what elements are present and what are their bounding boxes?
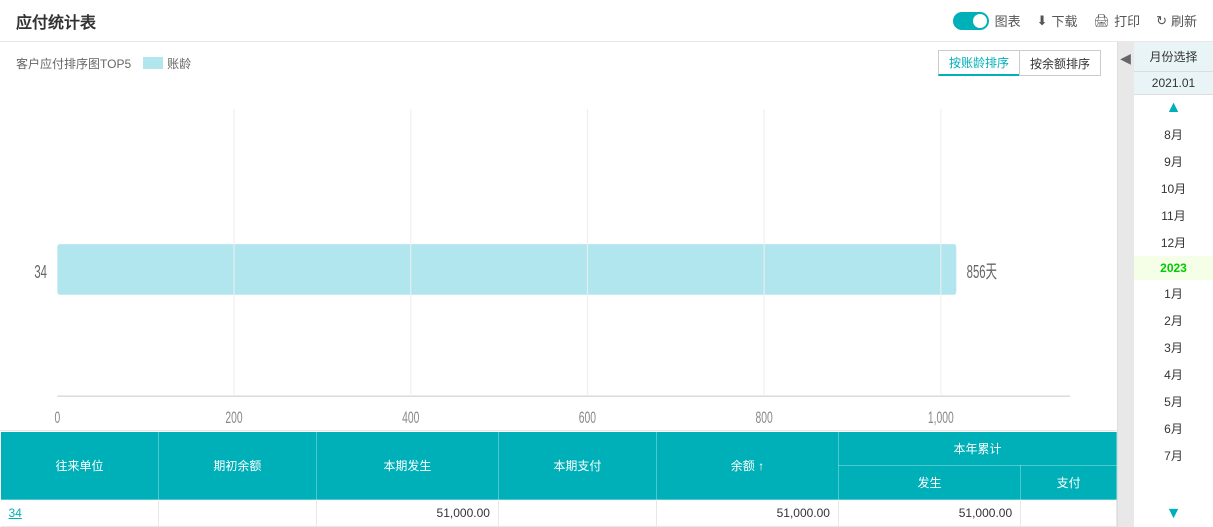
year-label-2023: 2023	[1134, 256, 1213, 280]
svg-text:600: 600	[579, 408, 596, 427]
month-item-jun[interactable]: 6月	[1134, 415, 1213, 442]
cell-balance: 51,000.00	[656, 500, 838, 527]
sidebar-current-date: 2021.01	[1134, 72, 1213, 95]
svg-text:1,000: 1,000	[928, 408, 954, 427]
month-item-aug[interactable]: 8月	[1134, 121, 1213, 148]
chart-legend: 客户应付排序图TOP5 账龄	[16, 55, 191, 72]
data-table: 往来单位 期初余额 本期发生 本期支付 余额 ↑ 本年累计	[0, 431, 1117, 527]
svg-text:200: 200	[225, 408, 242, 427]
print-button[interactable]: 🖨 打印	[1094, 11, 1141, 30]
header-actions: 图表 ⬇ 下载 🖨 打印 ↻ 刷新	[953, 11, 1197, 30]
sort-by-age-button[interactable]: 按账龄排序	[938, 50, 1019, 76]
refresh-button[interactable]: ↻ 刷新	[1156, 11, 1197, 30]
month-sidebar: 月份选择 2021.01 ▲ 8月 9月 10月 11月 12月 2023 1月…	[1133, 42, 1213, 527]
legend-color-box	[143, 57, 163, 69]
legend-label-top5: 客户应付排序图TOP5	[16, 55, 131, 72]
chart-header: 客户应付排序图TOP5 账龄 按账龄排序 按余额排序	[0, 42, 1117, 84]
cell-current-pay	[498, 500, 656, 527]
table-row: 34 51,000.00 51,000.00 51,000.00	[1, 500, 1117, 527]
print-icon: 🖨	[1094, 13, 1111, 29]
main-content: 客户应付排序图TOP5 账龄 按账龄排序 按余额排序 34	[0, 42, 1213, 527]
toggle-track[interactable]	[953, 12, 989, 30]
cell-opening	[158, 500, 316, 527]
svg-text:0: 0	[54, 408, 60, 427]
chart-toggle[interactable]: 图表	[953, 11, 1021, 30]
col-header-yearly-occur: 发生	[838, 466, 1020, 500]
legend-label-account: 账龄	[167, 55, 191, 72]
month-item-jan[interactable]: 1月	[1134, 280, 1213, 307]
chart-svg: 34 856天 0 200 400 600 800 1,000	[16, 92, 1101, 430]
bar-end-label: 856天	[967, 262, 997, 283]
sidebar-months-list: 8月 9月 10月 11月 12月 2023 1月 2月 3月 4月 5月 6月…	[1134, 121, 1213, 501]
month-item-mar[interactable]: 3月	[1134, 334, 1213, 361]
chart-sort-buttons: 按账龄排序 按余额排序	[938, 50, 1101, 76]
chart-container: 34 856天 0 200 400 600 800 1,000	[0, 84, 1117, 430]
cell-yearly-pay	[1021, 500, 1117, 527]
month-item-feb[interactable]: 2月	[1134, 307, 1213, 334]
month-item-dec[interactable]: 12月	[1134, 229, 1213, 256]
svg-text:400: 400	[402, 408, 419, 427]
cell-unit[interactable]: 34	[1, 500, 159, 527]
refresh-icon: ↻	[1156, 13, 1167, 29]
col-header-unit: 往来单位	[1, 432, 159, 500]
balance-sort-icon: ↑	[758, 459, 764, 473]
refresh-label: 刷新	[1171, 11, 1197, 30]
download-label: 下载	[1052, 11, 1078, 30]
table-wrapper: 往来单位 期初余额 本期发生 本期支付 余额 ↑ 本年累计	[0, 431, 1117, 527]
month-item-sep[interactable]: 9月	[1134, 148, 1213, 175]
sidebar-header-label: 月份选择	[1134, 42, 1213, 72]
page: 应付统计表 图表 ⬇ 下载 🖨 打印 ↻ 刷新	[0, 0, 1213, 527]
col-header-current-occur: 本期发生	[316, 432, 498, 500]
chart-area: 客户应付排序图TOP5 账龄 按账龄排序 按余额排序 34	[0, 42, 1117, 527]
table-area: 往来单位 期初余额 本期发生 本期支付 余额 ↑ 本年累计	[0, 430, 1117, 527]
legend-item-account: 账龄	[143, 55, 191, 72]
cell-yearly-occur: 51,000.00	[838, 500, 1020, 527]
sidebar-up-button[interactable]: ▲	[1134, 95, 1213, 121]
chart-label: 图表	[995, 11, 1021, 30]
down-arrow-icon: ▼	[1166, 505, 1182, 523]
chevron-left-icon: ◀	[1120, 50, 1131, 67]
svg-text:800: 800	[756, 408, 773, 427]
toggle-thumb	[973, 14, 987, 28]
col-header-opening: 期初余额	[158, 432, 316, 500]
sidebar-collapse-button[interactable]: ◀	[1117, 42, 1133, 527]
month-item-may[interactable]: 5月	[1134, 388, 1213, 415]
cell-current-occur: 51,000.00	[316, 500, 498, 527]
col-header-current-pay: 本期支付	[498, 432, 656, 500]
month-item-jul[interactable]: 7月	[1134, 442, 1213, 469]
header: 应付统计表 图表 ⬇ 下载 🖨 打印 ↻ 刷新	[0, 0, 1213, 42]
col-header-yearly-pay: 支付	[1021, 466, 1117, 500]
y-label: 34	[34, 262, 47, 283]
legend-item-top5: 客户应付排序图TOP5	[16, 55, 131, 72]
sidebar-down-button[interactable]: ▼	[1134, 501, 1213, 527]
print-label: 打印	[1114, 11, 1140, 30]
month-item-oct[interactable]: 10月	[1134, 175, 1213, 202]
sort-by-balance-button[interactable]: 按余额排序	[1019, 50, 1101, 76]
page-title: 应付统计表	[16, 9, 96, 33]
month-item-apr[interactable]: 4月	[1134, 361, 1213, 388]
up-arrow-icon: ▲	[1166, 99, 1182, 117]
col-header-yearly-group: 本年累计	[838, 432, 1116, 466]
month-item-nov[interactable]: 11月	[1134, 202, 1213, 229]
chart-bar	[57, 244, 956, 295]
download-button[interactable]: ⬇ 下载	[1037, 11, 1078, 30]
download-icon: ⬇	[1037, 13, 1048, 29]
col-header-balance: 余额 ↑	[656, 432, 838, 500]
